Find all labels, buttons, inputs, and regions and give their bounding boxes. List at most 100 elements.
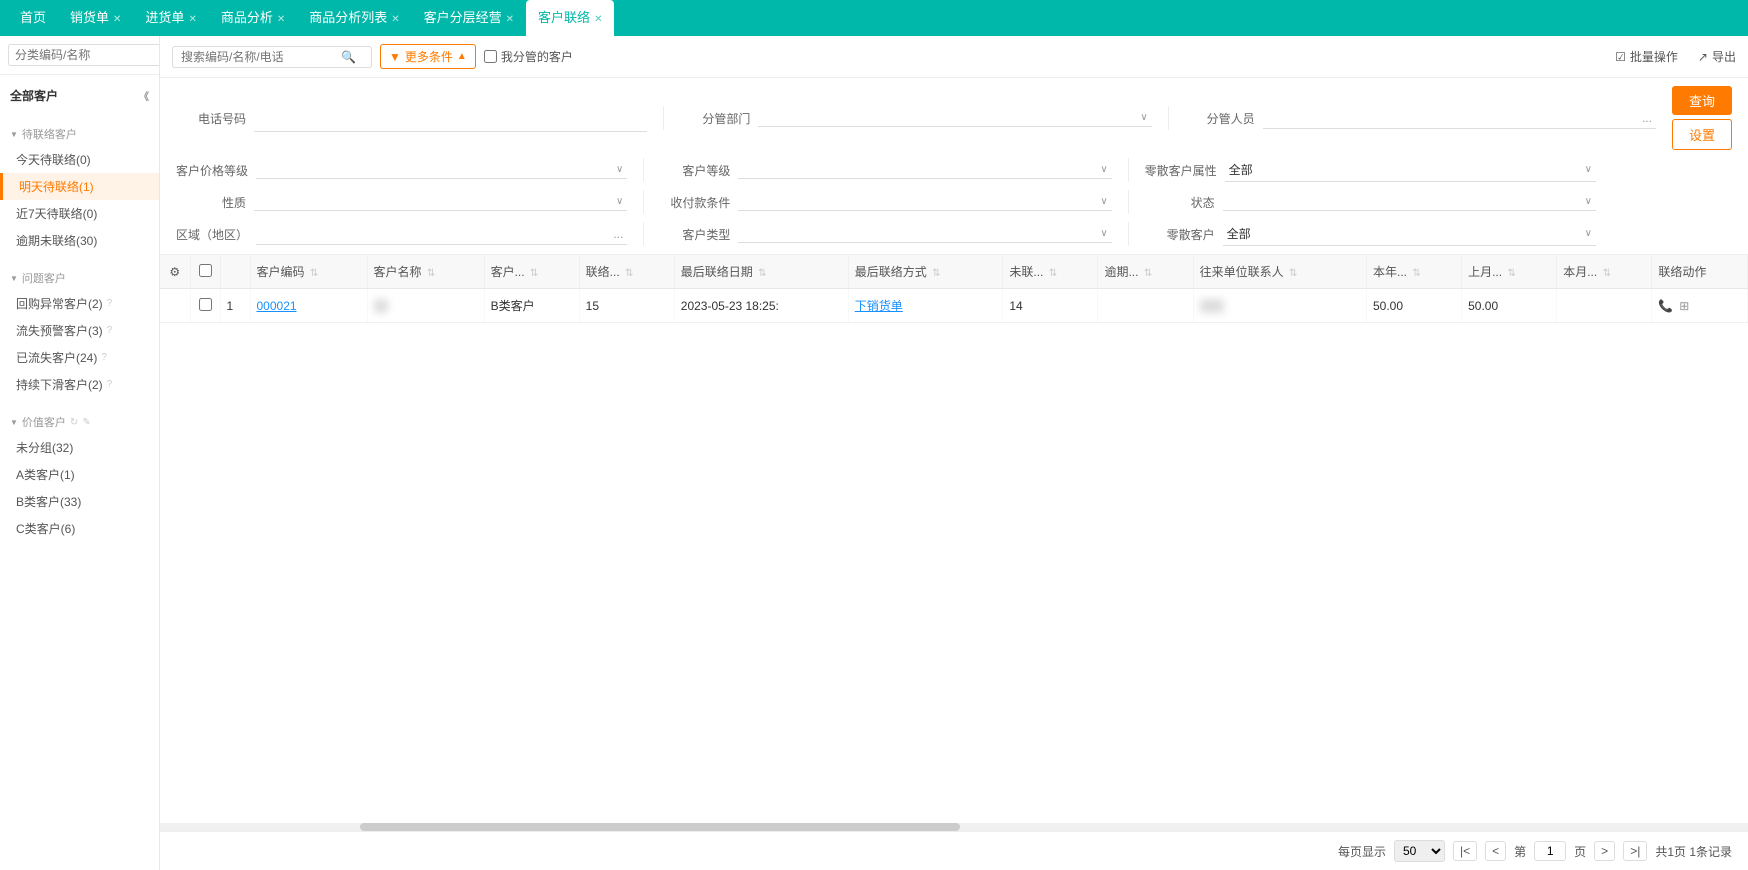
next-page-button[interactable]: > [1594,841,1615,861]
search-submit-icon[interactable]: 🔍 [341,50,356,64]
search-input[interactable] [181,50,341,64]
sidebar-item-today[interactable]: 今天待联络(0) [0,146,159,173]
per-page-select[interactable]: 50 100 200 [1394,840,1445,862]
col-this-year-header[interactable]: 本年... ⇅ [1366,255,1461,289]
filter-row-1: 电话号码 分管部门 ∨ 分管人员 [176,86,1732,150]
sidebar-item-class-c[interactable]: C类客户(6) [0,515,159,542]
sidebar-item-class-b[interactable]: B类客户(33) [0,488,159,515]
filter-phone-field[interactable] [258,108,643,128]
sidebar-item-churned[interactable]: 已流失客户(24) ? [0,344,159,371]
col-last-date-header[interactable]: 最后联络日期 ⇅ [674,255,848,289]
sidebar-item-overdue[interactable]: 逾期未联络(30) [0,227,159,254]
filter-payment-select[interactable]: ∨ [738,193,1111,211]
my-customers-checkbox[interactable] [484,50,497,63]
horizontal-scrollbar-area[interactable] [160,823,1748,831]
nav-close-sales[interactable]: ✕ [113,14,121,25]
horizontal-scrollbar-thumb[interactable] [360,823,960,831]
set-button[interactable]: 设置 [1672,119,1732,150]
value-refresh-icon[interactable]: ↻ [70,417,78,428]
query-button[interactable]: 查询 [1672,86,1732,115]
filter-phone-input[interactable] [254,105,647,132]
col-last-month-header[interactable]: 上月... ⇅ [1462,255,1557,289]
col-no-contact-header[interactable]: 未联... ⇅ [1003,255,1098,289]
filter-gender-select[interactable]: ∨ [254,193,627,211]
col-this-month-header[interactable]: 本月... ⇅ [1557,255,1652,289]
nav-close-purchase[interactable]: ✕ [188,14,196,25]
my-customers-checkbox-label[interactable]: 我分管的客户 [484,48,573,65]
col-last-method-header[interactable]: 最后联络方式 ⇅ [848,255,1003,289]
main-layout: 🔍 全部客户 《 待联络客户 今天待联络(0) 明天待联络(1) 近7天待联络(… [0,36,1748,870]
filter-customer-type-label: 客户类型 [660,226,730,243]
sidebar-group-pending-title[interactable]: 待联络客户 [0,122,159,146]
sidebar-group-pending: 待联络客户 今天待联络(0) 明天待联络(1) 近7天待联络(0) 逾期未联络(… [0,116,159,260]
page-input[interactable] [1534,841,1566,861]
filter-manager-dots[interactable]: ... [1642,111,1652,125]
nav-home[interactable]: 首页 [8,0,58,36]
value-edit-icon[interactable]: ✎ [82,417,90,428]
batch-op-button[interactable]: ☑ 批量操作 [1615,48,1678,65]
sidebar-item-class-a[interactable]: A类客户(1) [0,461,159,488]
last-page-button[interactable]: >| [1623,841,1647,861]
sidebar-search-input[interactable] [8,44,160,66]
filter-region-select[interactable]: ... [256,224,627,245]
nav-close-customer-contact[interactable]: ✕ [594,14,602,25]
row-type: B类客户 [484,289,579,323]
nav-customer-tier[interactable]: 客户分层经营✕ [412,0,526,36]
action-more-icon[interactable]: ⊞ [1679,299,1689,313]
nav-product-analysis[interactable]: 商品分析✕ [209,0,297,36]
nav-close-product-analysis-list[interactable]: ✕ [391,14,399,25]
filter-retail-customer-select[interactable]: 全部 ∨ [1223,222,1596,246]
col-checkbox[interactable] [190,255,220,289]
sidebar-item-declining[interactable]: 持续下滑客户(2) ? [0,371,159,398]
col-overdue-header[interactable]: 逾期... ⇅ [1098,255,1193,289]
row-contacts: 15 [579,289,674,323]
filter-region-dots[interactable]: ... [613,227,623,241]
sidebar-group-problem-title[interactable]: 问题客户 [0,266,159,290]
col-settings[interactable]: ⚙ [160,255,190,289]
nav-purchase[interactable]: 进货单✕ [133,0,208,36]
filter-customer-level-select[interactable]: ∨ [738,161,1111,179]
sidebar-item-ungroup[interactable]: 未分组(32) [0,434,159,461]
first-page-button[interactable]: |< [1453,841,1477,861]
filter-value-level-select[interactable]: ∨ [256,161,627,179]
col-name-header[interactable]: 客户名称 ⇅ [367,255,484,289]
col-code-header[interactable]: 客户编码 ⇅ [250,255,367,289]
row-code[interactable]: 000021 [250,289,367,323]
sidebar-all-customers[interactable]: 全部客户 《 [0,81,159,110]
filter-divider-2 [1168,106,1169,130]
filter-customer-type: 客户类型 ∨ [660,225,1111,243]
nav-product-analysis-list[interactable]: 商品分析列表✕ [297,0,411,36]
sidebar-item-7days[interactable]: 近7天待联络(0) [0,200,159,227]
more-conditions-button[interactable]: ▼ 更多条件 ▲ [380,44,476,69]
filter-manager-select[interactable]: ... [1263,108,1656,129]
row-checkbox[interactable] [190,289,220,323]
filter-manager-label: 分管人员 [1185,110,1255,127]
row-last-contact-method[interactable]: 下销货单 [848,289,1003,323]
prev-page-button[interactable]: < [1485,841,1506,861]
nav-close-product-analysis[interactable]: ✕ [277,14,285,25]
nav-close-customer-tier[interactable]: ✕ [506,14,514,25]
settings-icon[interactable]: ⚙ [169,265,180,279]
sidebar-item-tomorrow[interactable]: 明天待联络(1) [0,173,159,200]
action-phone-icon[interactable]: 📞 [1658,299,1673,313]
filter-retail-attr-select[interactable]: 全部 ∨ [1225,158,1596,182]
export-button[interactable]: ↗ 导出 [1698,48,1736,65]
sidebar-group-value-title[interactable]: 价值客户 ↻ ✎ [0,410,159,434]
col-contacts-header[interactable]: 联络... ⇅ [579,255,674,289]
nav-customer-contact[interactable]: 客户联络✕ [526,0,614,36]
content-area: 🔍 ▼ 更多条件 ▲ 我分管的客户 ☑ 批量操作 ↗ 导出 [160,36,1748,870]
row-name[interactable]: Ea [367,289,484,323]
sidebar-item-repurchase-abnormal[interactable]: 回购异常客户(2) ? [0,290,159,317]
sidebar-item-churn-warning[interactable]: 流失预警客户(3) ? [0,317,159,344]
select-all-checkbox[interactable] [199,264,212,277]
col-type-header[interactable]: 客户... ⇅ [484,255,579,289]
sort-contacts-icon: ⇅ [625,268,633,279]
col-unit-contact-header[interactable]: 往来单位联系人 ⇅ [1193,255,1366,289]
row-select-checkbox[interactable] [199,298,212,311]
filter-row-3: 性质 ∨ 收付款条件 ∨ 状态 [176,190,1732,214]
filter-dept-select[interactable]: ∨ [758,109,1151,127]
nav-sales[interactable]: 销货单✕ [58,0,133,36]
filter-customer-type-select[interactable]: ∨ [738,225,1111,243]
filter-status-select[interactable]: ∨ [1223,193,1596,211]
filter-manager: 分管人员 ... [1185,108,1656,129]
